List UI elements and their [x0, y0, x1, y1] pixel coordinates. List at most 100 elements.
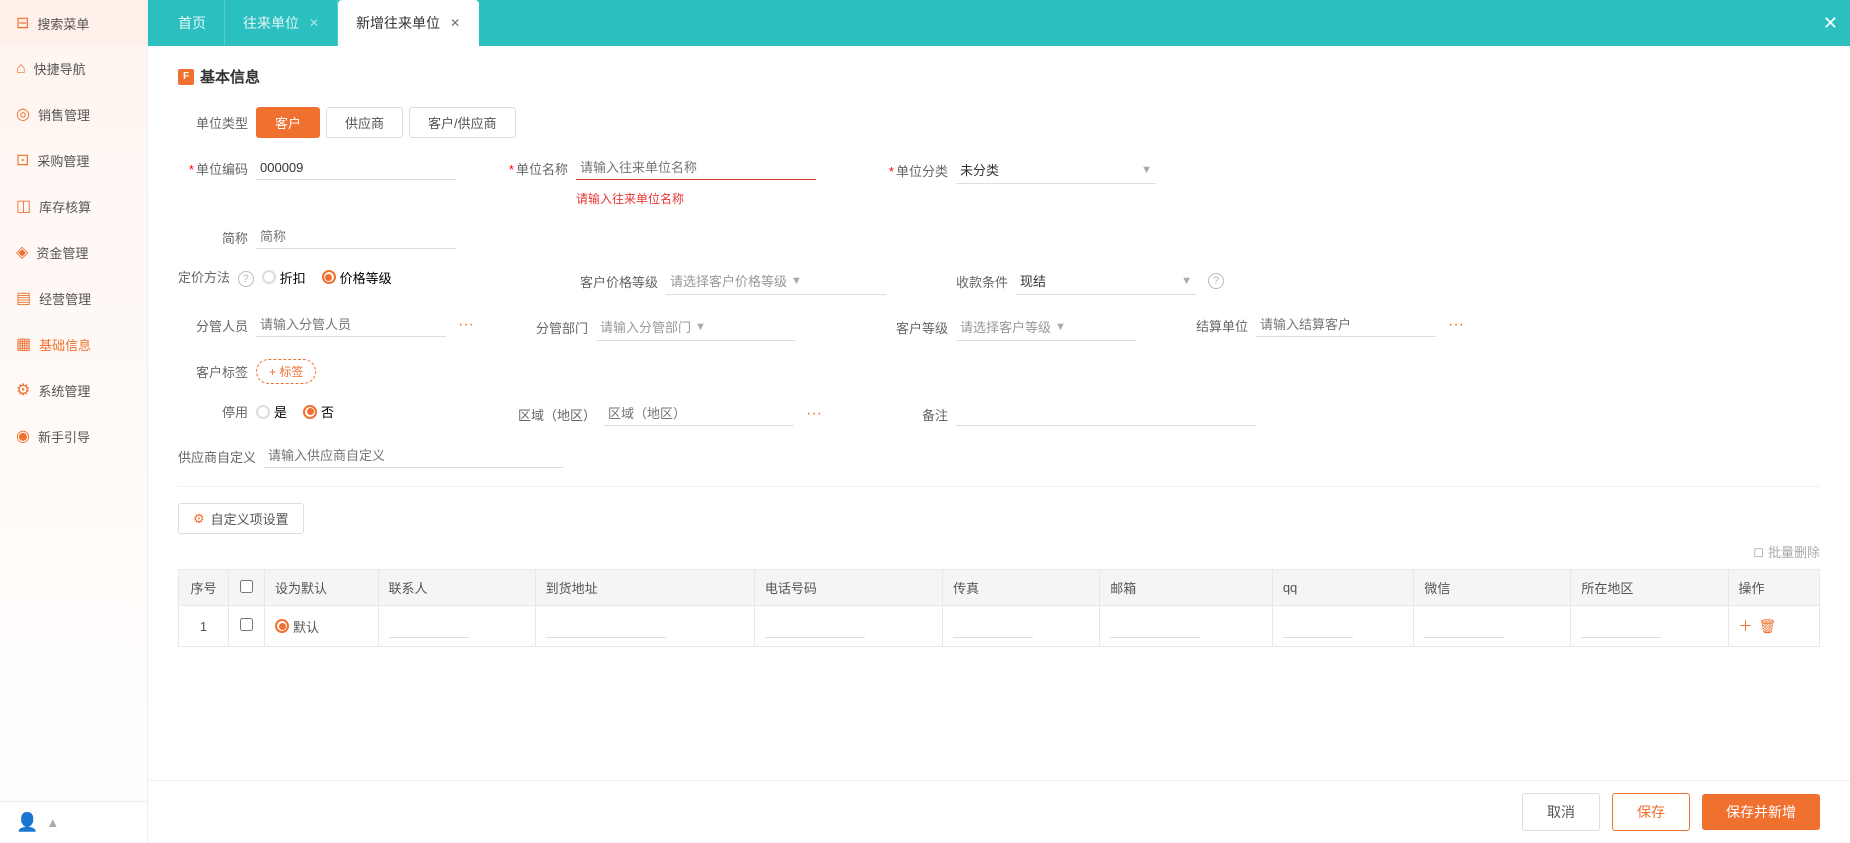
field-remarks: 备注: [878, 402, 1820, 426]
col-checkbox: [229, 570, 265, 606]
radio-discount-circle: [262, 270, 276, 284]
form-row-unit-type: 单位类型 客户 供应商 客户/供应商: [178, 107, 1820, 138]
sidebar-item-quicknav[interactable]: ⌂ 快捷导航: [0, 46, 147, 91]
radio-yes[interactable]: 是: [256, 402, 287, 421]
sidebar-item-search[interactable]: ⊟ 搜索菜单: [0, 0, 147, 46]
row-default-radio-circle: [275, 619, 289, 633]
customer-level-label: 客户等级: [878, 318, 948, 337]
field-unit-code: *单位编码: [178, 156, 498, 180]
row-address: [535, 606, 754, 647]
unit-name-label: *单位名称: [498, 159, 568, 178]
radio-discount[interactable]: 折扣: [262, 268, 306, 287]
field-region: 区域（地区） ···: [518, 402, 878, 426]
form-row-alias: 简称: [178, 225, 1820, 249]
tab-partners-close[interactable]: ✕: [309, 16, 319, 30]
tab-partners[interactable]: 往来单位 ✕: [225, 0, 338, 46]
delete-row-icon[interactable]: 🗑: [1759, 618, 1777, 635]
sidebar-user[interactable]: 👤 ▲: [0, 801, 147, 843]
save-button[interactable]: 保存: [1612, 793, 1690, 831]
department-select[interactable]: 请输入分管部门 ▼: [596, 313, 796, 341]
chevron-down-icon-3: ▼: [1181, 275, 1192, 287]
field-manager: 分管人员 ···: [178, 313, 518, 337]
manager-label: 分管人员: [178, 316, 248, 335]
location-input[interactable]: [1581, 614, 1661, 638]
row-default-radio[interactable]: 默认: [275, 617, 368, 636]
field-department: 分管部门 请输入分管部门 ▼: [518, 313, 878, 341]
phone-input[interactable]: [765, 614, 865, 638]
radio-no[interactable]: 否: [303, 402, 334, 421]
sidebar-item-operations[interactable]: ▤ 经营管理: [0, 275, 147, 321]
department-label: 分管部门: [518, 318, 588, 337]
cancel-button[interactable]: 取消: [1522, 793, 1600, 831]
manager-more-icon[interactable]: ···: [458, 316, 474, 334]
btn-customer-supplier[interactable]: 客户/供应商: [409, 107, 516, 138]
address-input[interactable]: [546, 614, 666, 638]
sidebar-item-inventory[interactable]: ◫ 库存核算: [0, 183, 147, 229]
field-payment-terms: 收款条件 现结 ▼ ?: [938, 267, 1820, 295]
field-disabled: 停用 是 否: [178, 402, 518, 421]
action-bar: 取消 保存 保存并新增: [148, 780, 1850, 843]
sidebar-item-finance[interactable]: ◈ 资金管理: [0, 229, 147, 275]
row-location: [1571, 606, 1728, 647]
tab-new-partner-close[interactable]: ✕: [450, 16, 460, 30]
sidebar-item-purchase[interactable]: ⊡ 采购管理: [0, 137, 147, 183]
region-label: 区域（地区）: [518, 405, 596, 424]
payment-terms-select[interactable]: 现结 ▼: [1016, 267, 1196, 295]
region-input[interactable]: [604, 402, 794, 426]
bag-icon: ⊡: [16, 150, 29, 170]
unit-type-label: 单位类型: [178, 113, 248, 132]
pricing-help-icon[interactable]: ?: [238, 271, 254, 287]
custom-settings-button[interactable]: ⚙ 自定义项设置: [178, 503, 304, 534]
save-and-new-button[interactable]: 保存并新增: [1702, 794, 1820, 830]
tab-new-partner[interactable]: 新增往来单位 ✕: [338, 0, 479, 46]
add-row-icon[interactable]: ＋: [1739, 616, 1753, 636]
tab-home[interactable]: 首页: [160, 0, 225, 46]
sidebar-item-guide[interactable]: ◉ 新手引导: [0, 413, 147, 459]
btn-supplier[interactable]: 供应商: [326, 107, 403, 138]
col-fax: 传真: [943, 570, 1100, 606]
form-content: F 基本信息 单位类型 客户 供应商 客户/供应商 *单位编码: [148, 46, 1850, 780]
chevron-down-icon-2: ▼: [791, 275, 802, 287]
search-icon: ⊟: [16, 13, 29, 33]
unit-code-input[interactable]: [256, 156, 456, 180]
payment-help-icon[interactable]: ?: [1208, 273, 1224, 289]
field-alias: 简称: [178, 225, 498, 249]
row-default-radio-dot: [279, 623, 286, 630]
settlement-unit-input[interactable]: [1256, 313, 1436, 337]
add-tag-button[interactable]: + 标签: [256, 359, 316, 384]
radio-dot: [325, 274, 332, 281]
supplier-custom-input[interactable]: [264, 444, 564, 468]
radio-price-level[interactable]: 价格等级: [322, 268, 392, 287]
expand-icon: ▲: [46, 815, 59, 830]
field-unit-name: *单位名称 请输入往来单位名称: [498, 156, 878, 207]
manager-input[interactable]: [256, 313, 446, 337]
email-input[interactable]: [1110, 614, 1200, 638]
alias-label: 简称: [178, 228, 248, 247]
wechat-input[interactable]: [1424, 614, 1504, 638]
sidebar-item-basic[interactable]: ▦ 基础信息: [0, 321, 147, 367]
alias-input[interactable]: [256, 225, 456, 249]
customer-price-level-label: 客户价格等级: [578, 272, 658, 291]
customer-tag-label: 客户标签: [178, 362, 248, 381]
fax-input[interactable]: [953, 614, 1033, 638]
remarks-input[interactable]: [956, 402, 1256, 426]
unit-category-select[interactable]: 未分类 ▼: [956, 156, 1156, 184]
contact-table: 序号 设为默认 联系人 到货地址 电话号码 传真 邮箱 qq 微信 所在地区 操…: [178, 569, 1820, 647]
select-all-checkbox[interactable]: [240, 580, 253, 593]
settlement-more-icon[interactable]: ···: [1448, 316, 1464, 334]
unit-name-input[interactable]: [576, 156, 816, 180]
radio-price-level-circle: [322, 270, 336, 284]
payment-terms-value: 现结: [1020, 271, 1177, 290]
customer-price-level-select[interactable]: 请选择客户价格等级 ▼: [666, 267, 886, 295]
row-select-checkbox[interactable]: [240, 618, 253, 631]
window-close-icon[interactable]: ✕: [1823, 13, 1838, 34]
contact-input[interactable]: [389, 614, 469, 638]
customer-level-select[interactable]: 请选择客户等级 ▼: [956, 313, 1136, 341]
batch-delete-area[interactable]: ◻ 批量删除: [178, 542, 1820, 561]
sidebar-item-system[interactable]: ⚙ 系统管理: [0, 367, 147, 413]
qq-input[interactable]: [1283, 614, 1353, 638]
btn-customer[interactable]: 客户: [256, 107, 320, 138]
region-more-icon[interactable]: ···: [806, 405, 822, 423]
sidebar-item-sales[interactable]: ◎ 销售管理: [0, 91, 147, 137]
col-no: 序号: [179, 570, 229, 606]
